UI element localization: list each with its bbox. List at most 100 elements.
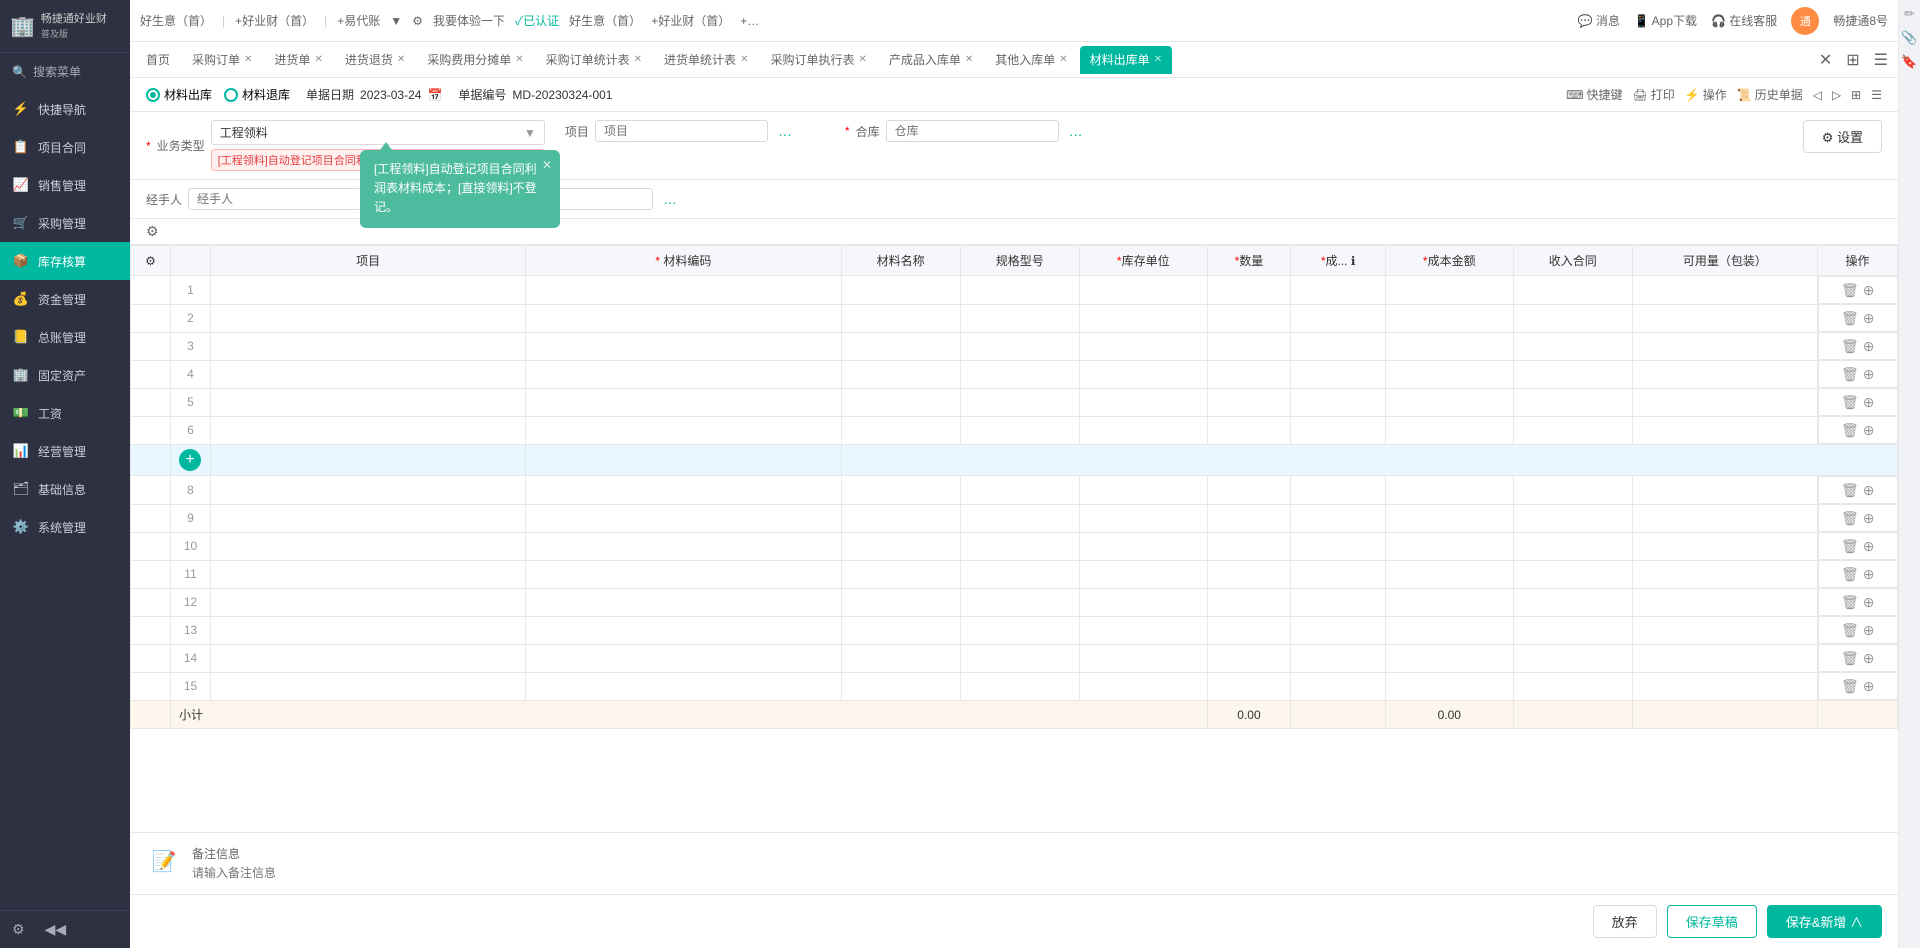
td-cost-price[interactable] <box>1291 672 1386 701</box>
grid-view-btn[interactable]: ⊞ <box>1851 88 1861 102</box>
td-material-name[interactable] <box>841 672 960 701</box>
row-delete-btn[interactable]: 🗑 <box>1841 650 1859 667</box>
row-copy-btn[interactable]: ⊕ <box>1863 510 1875 527</box>
td-spec[interactable] <box>960 588 1079 616</box>
operations-btn[interactable]: ⚡ 操作 <box>1685 86 1727 103</box>
td-project[interactable] <box>211 445 526 476</box>
td-spec[interactable] <box>960 672 1079 701</box>
topbar-yidaizhang[interactable]: +易代账 <box>337 12 380 29</box>
settings-btn[interactable]: ⚙ 设置 <box>1803 120 1882 153</box>
row-delete-btn[interactable]: 🗑 <box>1841 394 1859 411</box>
row-delete-btn[interactable]: 🗑 <box>1841 366 1859 383</box>
td-project[interactable] <box>211 644 526 672</box>
td-cost-price[interactable] <box>1291 332 1386 360</box>
td-available-qty[interactable] <box>1632 332 1817 360</box>
td-available-qty[interactable] <box>1632 416 1817 445</box>
td-spec[interactable] <box>960 504 1079 532</box>
row-delete-btn[interactable]: 🗑 <box>1841 282 1859 299</box>
td-spec[interactable] <box>960 388 1079 416</box>
td-spec[interactable] <box>960 360 1079 388</box>
td-spec[interactable] <box>960 332 1079 360</box>
tab-9[interactable]: 其他入库单✕ <box>985 46 1077 74</box>
td-cost-amount[interactable] <box>1385 504 1513 532</box>
td-quantity[interactable] <box>1207 276 1291 305</box>
project-input[interactable] <box>595 120 768 142</box>
td-material-name[interactable] <box>841 532 960 560</box>
td-material-code[interactable] <box>526 532 841 560</box>
row-copy-btn[interactable]: ⊕ <box>1863 566 1875 583</box>
row-copy-btn[interactable]: ⊕ <box>1863 394 1875 411</box>
td-cost-amount[interactable] <box>1385 304 1513 332</box>
td-income-contract[interactable] <box>1513 504 1632 532</box>
td-cost-price[interactable] <box>1291 360 1386 388</box>
td-material-code[interactable] <box>526 276 841 305</box>
list-view-btn[interactable]: ☰ <box>1871 88 1882 102</box>
collapse-icon[interactable]: ◀◀ <box>45 921 67 938</box>
td-cost-amount[interactable] <box>1385 416 1513 445</box>
tab-3[interactable]: 进货退货✕ <box>335 46 415 74</box>
table-container[interactable]: ⚙ 项目 * 材料编码 材料名称 规格型号 *库存单位 *数量 *成... ℹ … <box>130 245 1898 832</box>
topbar-experience[interactable]: 我要体验一下 <box>433 12 505 29</box>
tab-0[interactable]: 首页 <box>136 46 180 74</box>
td-unit[interactable] <box>1079 672 1207 701</box>
td-project[interactable] <box>211 616 526 644</box>
td-material-code[interactable] <box>526 588 841 616</box>
row-copy-btn[interactable]: ⊕ <box>1863 482 1875 499</box>
td-spec[interactable] <box>960 416 1079 445</box>
tab-close-btn[interactable]: ✕ <box>634 54 642 65</box>
td-unit[interactable] <box>1079 644 1207 672</box>
row-copy-btn[interactable]: ⊕ <box>1863 650 1875 667</box>
td-unit[interactable] <box>1079 588 1207 616</box>
td-quantity[interactable] <box>1207 332 1291 360</box>
td-material-name[interactable] <box>841 504 960 532</box>
save-new-button[interactable]: 保存&新增 ∧ <box>1767 905 1882 938</box>
td-code-input[interactable] <box>534 453 832 467</box>
td-cost-amount[interactable] <box>1385 672 1513 701</box>
td-material-name[interactable] <box>841 588 960 616</box>
td-material-code[interactable] <box>526 416 841 445</box>
tab-2[interactable]: 进货单✕ <box>264 46 332 74</box>
td-available-qty[interactable] <box>1632 504 1817 532</box>
td-material-code[interactable] <box>526 504 841 532</box>
td-unit[interactable] <box>1079 276 1207 305</box>
td-project[interactable] <box>211 276 526 305</box>
row-delete-btn[interactable]: 🗑 <box>1841 422 1859 439</box>
td-unit[interactable] <box>1079 388 1207 416</box>
sidebar-item-operation[interactable]: 📊经营管理 <box>0 432 130 470</box>
tab-10[interactable]: 材料出库单✕ <box>1080 46 1172 74</box>
row-copy-btn[interactable]: ⊕ <box>1863 622 1875 639</box>
td-cost-amount[interactable] <box>1385 588 1513 616</box>
td-cost-amount[interactable] <box>1385 332 1513 360</box>
sidebar-item-ledger[interactable]: 📒总账管理 <box>0 318 130 356</box>
td-cost-price[interactable] <box>1291 276 1386 305</box>
sidebar-item-assets[interactable]: 🏢固定资产 <box>0 356 130 394</box>
topbar-dropdown-btn[interactable]: ▼ <box>390 14 402 28</box>
td-quantity[interactable] <box>1207 476 1291 505</box>
sidebar-item-sales[interactable]: 📈销售管理 <box>0 166 130 204</box>
tab-close-btn[interactable]: ✕ <box>1154 54 1162 65</box>
td-income-contract[interactable] <box>1513 644 1632 672</box>
td-quantity[interactable] <box>1207 532 1291 560</box>
td-quantity[interactable] <box>1207 616 1291 644</box>
td-unit[interactable] <box>1079 360 1207 388</box>
tab-close-btn[interactable]: ✕ <box>397 54 405 65</box>
td-spec[interactable] <box>960 532 1079 560</box>
row-copy-btn[interactable]: ⊕ <box>1863 678 1875 695</box>
td-quantity[interactable] <box>1207 504 1291 532</box>
td-income-contract[interactable] <box>1513 560 1632 588</box>
td-spec[interactable] <box>960 560 1079 588</box>
td-available-qty[interactable] <box>1632 388 1817 416</box>
td-cost-price[interactable] <box>1291 504 1386 532</box>
table-settings-icon[interactable]: ⚙ <box>146 223 159 240</box>
right-panel-bookmark-icon[interactable]: 🔖 <box>1901 54 1917 70</box>
tab-8[interactable]: 产成品入库单✕ <box>879 46 983 74</box>
topbar-settings-icon[interactable]: ⚙ <box>412 14 423 28</box>
td-material-code[interactable] <box>526 672 841 701</box>
notes-input[interactable] <box>192 862 792 884</box>
td-income-contract[interactable] <box>1513 672 1632 701</box>
td-material-name[interactable] <box>841 276 960 305</box>
td-cost-amount[interactable] <box>1385 276 1513 305</box>
td-spec[interactable] <box>960 644 1079 672</box>
td-quantity[interactable] <box>1207 672 1291 701</box>
right-panel-edit-icon[interactable]: ✏ <box>1904 6 1915 22</box>
